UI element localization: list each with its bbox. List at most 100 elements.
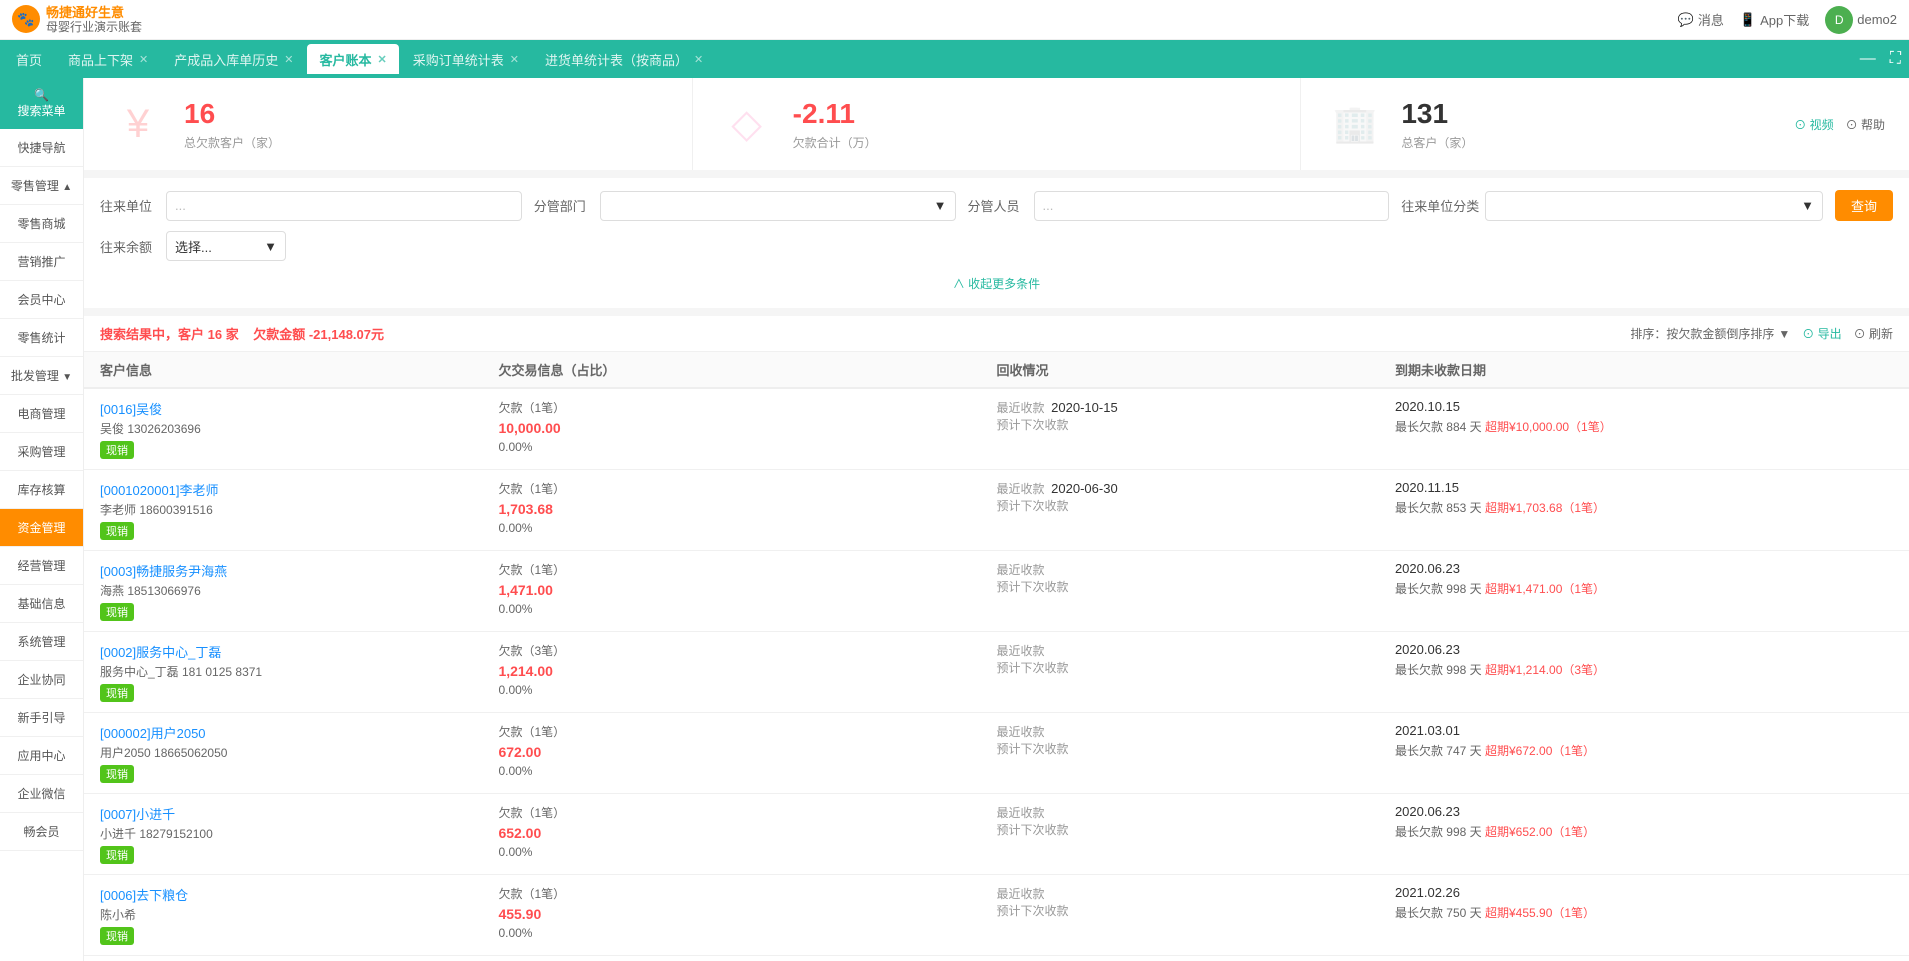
export-btn[interactable]: ⊙ 导出 <box>1802 325 1841 342</box>
customer-phone-4: 用户2050 18665062050 <box>100 744 498 761</box>
chevron-down-icon: ▼ <box>62 372 72 383</box>
sidebar-item-ecommerce[interactable]: 电商管理 <box>0 395 83 433</box>
user-menu[interactable]: D demo2 <box>1825 6 1897 34</box>
overdue-link-3[interactable]: 超期¥1,214.00（3笔） <box>1485 663 1605 677</box>
recovery-info-5: 最近收款 预计下次收款 <box>997 804 1395 838</box>
sidebar-item-enterprise-collab[interactable]: 企业协同 <box>0 661 83 699</box>
sidebar-item-retail-mall[interactable]: 零售商城 <box>0 205 83 243</box>
customer-name-4[interactable]: [000002]用户2050 <box>100 723 498 742</box>
debt-customers-label: 总欠款客户（家） <box>184 134 280 151</box>
main-layout: 🔍 搜索菜单 快捷导航 零售管理 ▲ 零售商城 营销推广 会员中心 零售统计 批… <box>0 78 1909 961</box>
collapse-icon: ∧ <box>953 277 965 291</box>
close-icon[interactable]: ✕ <box>139 53 148 66</box>
close-icon[interactable]: ✕ <box>284 53 293 66</box>
stat-info-debt-total: -2.11 欠款合计（万） <box>793 98 877 151</box>
sidebar-search[interactable]: 🔍 搜索菜单 <box>0 78 83 129</box>
message-btn[interactable]: 💬 消息 <box>1678 10 1724 29</box>
mobile-icon: 📱 <box>1740 12 1756 28</box>
sidebar-item-basic-info[interactable]: 基础信息 <box>0 585 83 623</box>
sidebar-item-app-center[interactable]: 应用中心 <box>0 737 83 775</box>
debt-total-value: -2.11 <box>793 98 877 130</box>
sidebar-item-system[interactable]: 系统管理 <box>0 623 83 661</box>
table-row: [000001]黄思源 黄思源 13552700226 现销 欠款（1笔） 42… <box>84 956 1909 961</box>
header-overdue: 到期未收款日期 <box>1395 360 1893 379</box>
sidebar-item-batch-mgmt[interactable]: 批发管理 ▼ <box>0 357 83 395</box>
sidebar-item-purchase[interactable]: 采购管理 <box>0 433 83 471</box>
sidebar-item-retail-mgmt[interactable]: 零售管理 ▲ <box>0 167 83 205</box>
debt-info-0: 欠款（1笔） 10,000.00 0.00% <box>498 399 996 454</box>
sidebar-item-vip[interactable]: 畅会员 <box>0 813 83 851</box>
header-recovery: 回收情况 <box>997 360 1395 379</box>
debt-info-5: 欠款（1笔） 652.00 0.00% <box>498 804 996 859</box>
dept-select[interactable]: ▼ <box>600 191 956 221</box>
total-customers-label: 总客户（家） <box>1401 134 1473 151</box>
tab-product-history[interactable]: 产成品入库单历史 ✕ <box>162 44 305 74</box>
recovery-info-1: 最近收款 2020-06-30 预计下次收款 <box>997 480 1395 514</box>
result-actions: 排序：按欠款金额倒序排序 ▼ ⊙ 导出 ⊙ 刷新 <box>1630 325 1893 342</box>
filter-row-2: 往来余额 选择... ▼ <box>100 231 1893 261</box>
table-row: [0001020001]李老师 李老师 18600391516 现销 欠款（1笔… <box>84 470 1909 551</box>
overdue-link-5[interactable]: 超期¥652.00（1笔） <box>1485 825 1595 839</box>
tab-product-status[interactable]: 商品上下架 ✕ <box>56 44 160 74</box>
table-row: [0016]吴俊 吴俊 13026203696 现销 欠款（1笔） 10,000… <box>84 389 1909 470</box>
collapse-filters-btn[interactable]: ∧ 收起更多条件 <box>100 271 1893 296</box>
tab-home[interactable]: 首页 <box>4 44 54 74</box>
close-icon[interactable]: ✕ <box>694 53 703 66</box>
customer-name-1[interactable]: [0001020001]李老师 <box>100 480 498 499</box>
sidebar-item-retail-stats[interactable]: 零售统计 <box>0 319 83 357</box>
tab-customer-account[interactable]: 客户账本 ✕ <box>307 44 398 74</box>
app-download-btn[interactable]: 📱 App下载 <box>1740 10 1809 29</box>
manager-input[interactable]: ... <box>1034 191 1390 221</box>
customer-info-2: [0003]畅捷服务尹海燕 海燕 18513066976 现销 <box>100 561 498 621</box>
sidebar-item-marketing[interactable]: 营销推广 <box>0 243 83 281</box>
overdue-link-4[interactable]: 超期¥672.00（1笔） <box>1485 744 1595 758</box>
close-icon[interactable]: ✕ <box>378 53 387 66</box>
help-btn[interactable]: ⊙ 帮助 <box>1846 116 1885 133</box>
sidebar-item-newbie[interactable]: 新手引导 <box>0 699 83 737</box>
query-button[interactable]: 查询 <box>1835 190 1893 221</box>
sidebar-item-operations[interactable]: 经营管理 <box>0 547 83 585</box>
customer-name-0[interactable]: [0016]吴俊 <box>100 399 498 418</box>
tab-stock-stats[interactable]: 进货单统计表（按商品） ✕ <box>533 44 715 74</box>
customer-name-5[interactable]: [0007]小进千 <box>100 804 498 823</box>
customer-info-3: [0002]服务中心_丁磊 服务中心_丁磊 181 0125 8371 现销 <box>100 642 498 702</box>
from-unit-input[interactable]: ... <box>166 191 522 221</box>
balance-select[interactable]: 选择... ▼ <box>166 231 286 261</box>
logo-area: 🐾 畅捷通好生意 母婴行业演示账套 <box>12 5 142 35</box>
table-row: [0006]去下粮仓 陈小希 现销 欠款（1笔） 455.90 0.00% 最近… <box>84 875 1909 956</box>
tab-restore-btn[interactable]: — <box>1856 50 1880 68</box>
sort-select[interactable]: 排序：按欠款金额倒序排序 ▼ <box>1630 325 1790 342</box>
debt-info-2: 欠款（1笔） 1,471.00 0.00% <box>498 561 996 616</box>
filter-row-1: 往来单位 ... 分管部门 ▼ 分管人员 ... <box>100 190 1893 221</box>
overdue-link-0[interactable]: 超期¥10,000.00（1笔） <box>1485 420 1612 434</box>
filter-area: 往来单位 ... 分管部门 ▼ 分管人员 ... <box>84 178 1909 308</box>
chevron-down-icon: ▼ <box>1801 198 1814 213</box>
refresh-btn[interactable]: ⊙ 刷新 <box>1854 325 1893 342</box>
customer-phone-5: 小进千 18279152100 <box>100 825 498 842</box>
recovery-info-0: 最近收款 2020-10-15 预计下次收款 <box>997 399 1395 433</box>
customer-info-1: [0001020001]李老师 李老师 18600391516 现销 <box>100 480 498 540</box>
table-header: 客户信息 欠交易信息（占比） 回收情况 到期未收款日期 <box>84 352 1909 389</box>
overdue-link-2[interactable]: 超期¥1,471.00（1笔） <box>1485 582 1605 596</box>
customer-name-6[interactable]: [0006]去下粮仓 <box>100 885 498 904</box>
debt-info-1: 欠款（1笔） 1,703.68 0.00% <box>498 480 996 535</box>
sidebar-item-inventory[interactable]: 库存核算 <box>0 471 83 509</box>
overdue-link-6[interactable]: 超期¥455.90（1笔） <box>1485 906 1595 920</box>
overdue-info-2: 2020.06.23 最长欠款 998 天 超期¥1,471.00（1笔） <box>1395 561 1893 597</box>
overdue-info-5: 2020.06.23 最长欠款 998 天 超期¥652.00（1笔） <box>1395 804 1893 840</box>
sidebar-item-enterprise-wechat[interactable]: 企业微信 <box>0 775 83 813</box>
filter-unit-category: 往来单位分类 ▼ <box>1401 191 1823 221</box>
sidebar-item-member-center[interactable]: 会员中心 <box>0 281 83 319</box>
unit-category-select[interactable]: ▼ <box>1485 191 1823 221</box>
overdue-info-1: 2020.11.15 最长欠款 853 天 超期¥1,703.68（1笔） <box>1395 480 1893 516</box>
customer-name-2[interactable]: [0003]畅捷服务尹海燕 <box>100 561 498 580</box>
close-icon[interactable]: ✕ <box>510 53 519 66</box>
view-video-btn[interactable]: ⊙ 视频 <box>1794 116 1833 133</box>
overdue-link-1[interactable]: 超期¥1,703.68（1笔） <box>1485 501 1605 515</box>
tab-purchase-order[interactable]: 采购订单统计表 ✕ <box>401 44 531 74</box>
recovery-info-6: 最近收款 预计下次收款 <box>997 885 1395 919</box>
tab-expand-btn[interactable]: ⛶ <box>1886 50 1905 68</box>
sidebar-item-finance[interactable]: 资金管理 <box>0 509 83 547</box>
overdue-info-3: 2020.06.23 最长欠款 998 天 超期¥1,214.00（3笔） <box>1395 642 1893 678</box>
customer-name-3[interactable]: [0002]服务中心_丁磊 <box>100 642 498 661</box>
